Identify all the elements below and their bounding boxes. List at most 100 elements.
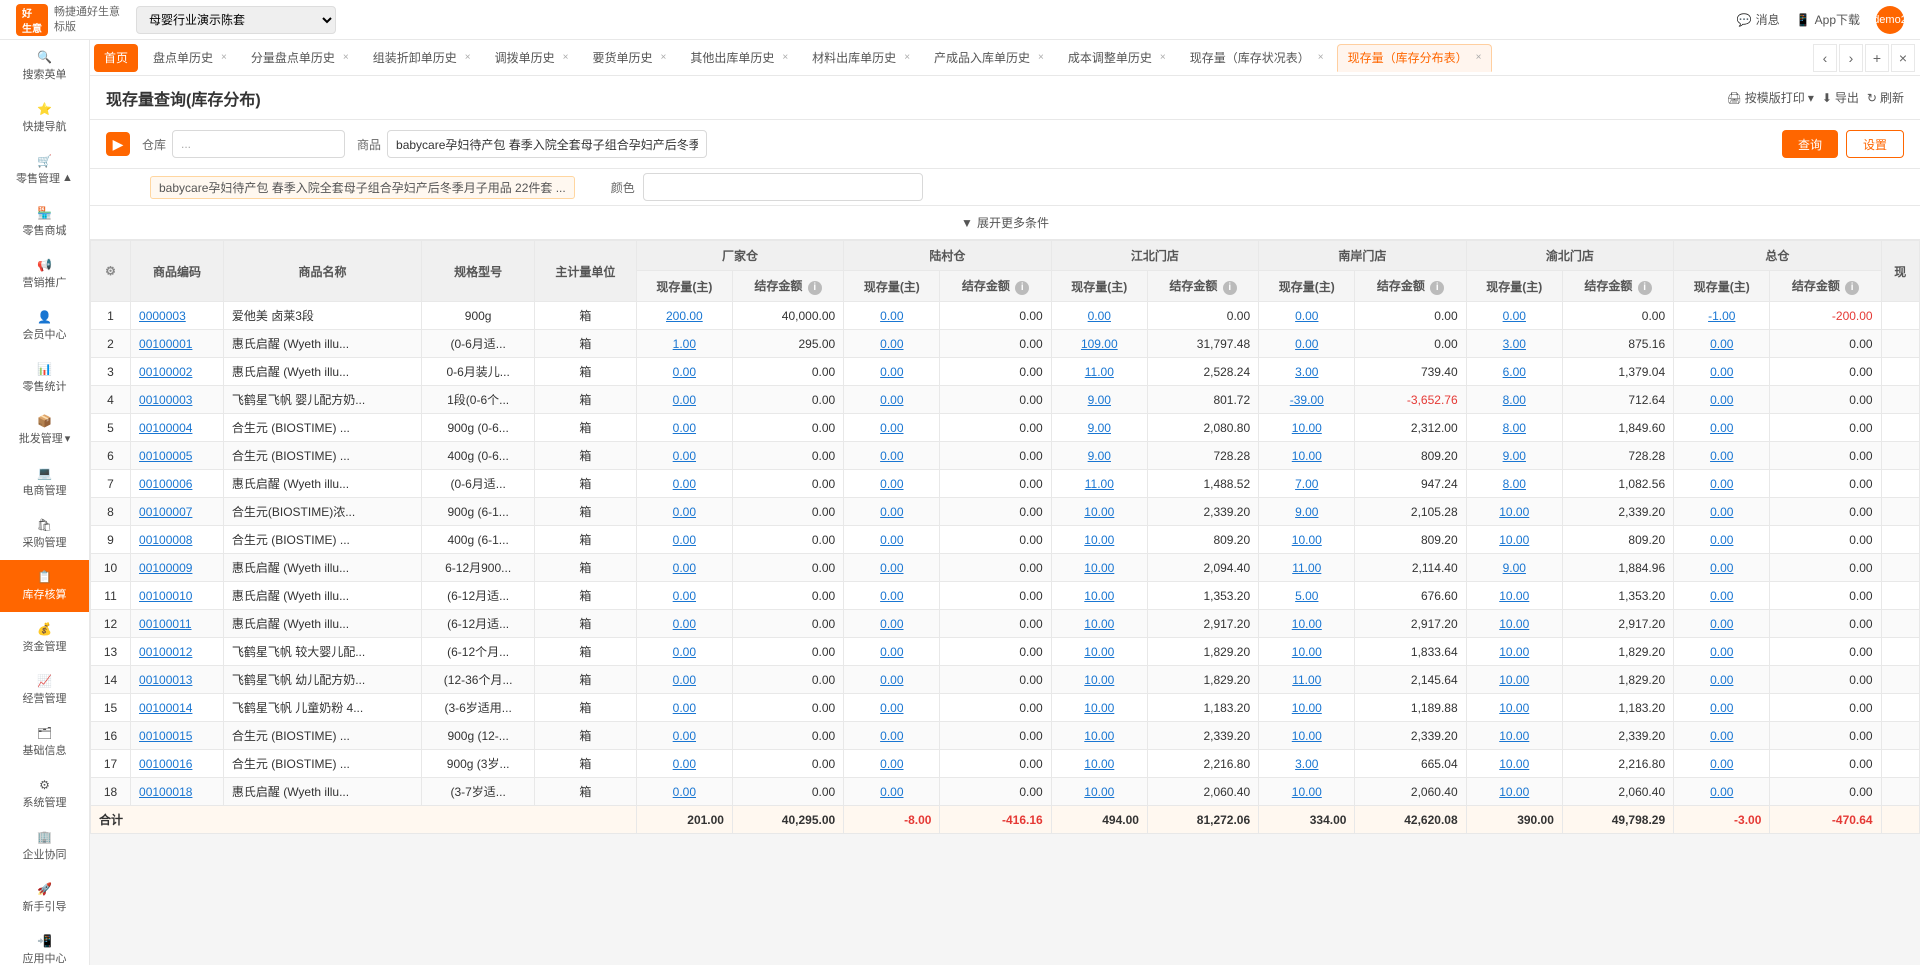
td-na-qty[interactable]: 10.00	[1259, 722, 1355, 750]
td-lcl-qty[interactable]: 0.00	[844, 694, 940, 722]
td-jb-qty[interactable]: 11.00	[1051, 358, 1147, 386]
td-lcl-qty[interactable]: 0.00	[844, 442, 940, 470]
td-na-qty[interactable]: 11.00	[1259, 554, 1355, 582]
tab-stock-dist[interactable]: 现存量（库存分布表） ×	[1337, 44, 1493, 72]
sidebar-item-basic[interactable]: 🗂 基础信息	[0, 716, 89, 768]
tab-other-out[interactable]: 其他出库单历史 ×	[679, 44, 799, 72]
table-container[interactable]: ⚙ 商品编码 商品名称 规格型号 主计量单位 厂家仓 陆村仓 江北门店 南岸门店…	[90, 240, 1920, 834]
tab-close-1[interactable]: ×	[343, 52, 349, 63]
td-code[interactable]: 00100013	[131, 666, 224, 694]
td-lcl-qty[interactable]: 0.00	[844, 386, 940, 414]
sidebar-item-member[interactable]: 👤 会员中心	[0, 300, 89, 352]
setting-button[interactable]: 设置	[1846, 130, 1904, 158]
tab-close-7[interactable]: ×	[1038, 52, 1044, 63]
td-lcl-qty[interactable]: 0.00	[844, 498, 940, 526]
td-total-qty[interactable]: 0.00	[1674, 722, 1770, 750]
td-jb-qty[interactable]: 10.00	[1051, 610, 1147, 638]
td-jb-qty[interactable]: 10.00	[1051, 778, 1147, 806]
td-yb-qty[interactable]: 10.00	[1466, 750, 1562, 778]
td-total-qty[interactable]: 0.00	[1674, 526, 1770, 554]
yb-info-icon[interactable]: i	[1638, 281, 1652, 295]
td-total-qty[interactable]: 0.00	[1674, 442, 1770, 470]
td-fcl-qty[interactable]: 0.00	[636, 470, 732, 498]
td-code[interactable]: 00100009	[131, 554, 224, 582]
sidebar-item-nav[interactable]: ⭐ 快捷导航	[0, 92, 89, 144]
td-total-qty[interactable]: 0.00	[1674, 498, 1770, 526]
td-code[interactable]: 00100001	[131, 330, 224, 358]
td-code[interactable]: 00100007	[131, 498, 224, 526]
tab-material-out[interactable]: 材料出库单历史 ×	[801, 44, 921, 72]
sidebar-item-retail-mgmt[interactable]: 🛒 零售管理 ▲	[0, 144, 89, 196]
td-jb-qty[interactable]: 0.00	[1051, 302, 1147, 330]
tabs-next-btn[interactable]: ›	[1839, 44, 1863, 72]
tab-close-9[interactable]: ×	[1318, 52, 1324, 63]
td-yb-qty[interactable]: 10.00	[1466, 694, 1562, 722]
td-jb-qty[interactable]: 10.00	[1051, 526, 1147, 554]
sidebar-item-marketing[interactable]: 📢 营销推广	[0, 248, 89, 300]
td-fcl-qty[interactable]: 200.00	[636, 302, 732, 330]
td-lcl-qty[interactable]: 0.00	[844, 638, 940, 666]
td-fcl-qty[interactable]: 0.00	[636, 778, 732, 806]
sidebar-item-retail-stat[interactable]: 📊 零售统计	[0, 352, 89, 404]
td-yb-qty[interactable]: 0.00	[1466, 302, 1562, 330]
td-yb-qty[interactable]: 10.00	[1466, 638, 1562, 666]
td-fcl-qty[interactable]: 0.00	[636, 442, 732, 470]
td-fcl-qty[interactable]: 0.00	[636, 386, 732, 414]
tab-close-5[interactable]: ×	[782, 52, 788, 63]
td-code[interactable]: 00100014	[131, 694, 224, 722]
color-input[interactable]	[643, 173, 923, 201]
td-jb-qty[interactable]: 10.00	[1051, 666, 1147, 694]
tab-close-10[interactable]: ×	[1476, 52, 1482, 63]
td-fcl-qty[interactable]: 0.00	[636, 750, 732, 778]
td-total-qty[interactable]: 0.00	[1674, 358, 1770, 386]
td-fcl-qty[interactable]: 0.00	[636, 638, 732, 666]
sidebar-item-finance[interactable]: 💰 资金管理	[0, 612, 89, 664]
td-code[interactable]: 00100015	[131, 722, 224, 750]
tab-stock-status[interactable]: 现存量（库存状况表） ×	[1179, 44, 1335, 72]
th-gear[interactable]: ⚙	[91, 241, 131, 302]
td-yb-qty[interactable]: 10.00	[1466, 666, 1562, 694]
td-yb-qty[interactable]: 6.00	[1466, 358, 1562, 386]
print-btn[interactable]: 🖨 按模版打印 ▾	[1727, 89, 1814, 106]
td-lcl-qty[interactable]: 0.00	[844, 414, 940, 442]
td-fcl-qty[interactable]: 0.00	[636, 526, 732, 554]
sidebar-item-system[interactable]: ⚙ 系统管理	[0, 768, 89, 820]
td-na-qty[interactable]: 0.00	[1259, 302, 1355, 330]
td-lcl-qty[interactable]: 0.00	[844, 302, 940, 330]
td-code[interactable]: 00100010	[131, 582, 224, 610]
td-lcl-qty[interactable]: 0.00	[844, 526, 940, 554]
tab-close-8[interactable]: ×	[1160, 52, 1166, 63]
td-jb-qty[interactable]: 109.00	[1051, 330, 1147, 358]
td-na-qty[interactable]: 10.00	[1259, 414, 1355, 442]
td-total-qty[interactable]: 0.00	[1674, 330, 1770, 358]
td-jb-qty[interactable]: 10.00	[1051, 582, 1147, 610]
user-avatar-btn[interactable]: demo2	[1876, 6, 1904, 34]
td-jb-qty[interactable]: 9.00	[1051, 442, 1147, 470]
td-code[interactable]: 00100006	[131, 470, 224, 498]
td-yb-qty[interactable]: 8.00	[1466, 470, 1562, 498]
td-jb-qty[interactable]: 9.00	[1051, 386, 1147, 414]
sidebar-item-ecommerce[interactable]: 💻 电商管理	[0, 456, 89, 508]
td-lcl-qty[interactable]: 0.00	[844, 750, 940, 778]
td-na-qty[interactable]: 9.00	[1259, 498, 1355, 526]
td-lcl-qty[interactable]: 0.00	[844, 330, 940, 358]
td-na-qty[interactable]: 7.00	[1259, 470, 1355, 498]
td-total-qty[interactable]: 0.00	[1674, 554, 1770, 582]
tab-close-4[interactable]: ×	[660, 52, 666, 63]
sidebar-item-guide[interactable]: 🚀 新手引导	[0, 872, 89, 924]
query-button[interactable]: 查询	[1782, 130, 1838, 158]
td-yb-qty[interactable]: 8.00	[1466, 386, 1562, 414]
td-jb-qty[interactable]: 10.00	[1051, 694, 1147, 722]
tabs-close-btn[interactable]: ×	[1891, 44, 1915, 72]
td-fcl-qty[interactable]: 0.00	[636, 610, 732, 638]
td-yb-qty[interactable]: 10.00	[1466, 610, 1562, 638]
td-total-qty[interactable]: 0.00	[1674, 610, 1770, 638]
fcl-info-icon[interactable]: i	[808, 281, 822, 295]
export-btn[interactable]: ⬇ 导出	[1822, 89, 1859, 106]
sidebar-item-operations[interactable]: 📈 经营管理	[0, 664, 89, 716]
td-total-qty[interactable]: 0.00	[1674, 386, 1770, 414]
industry-select[interactable]: 母婴行业演示陈套	[136, 6, 336, 34]
tab-close-6[interactable]: ×	[904, 52, 910, 63]
td-jb-qty[interactable]: 11.00	[1051, 470, 1147, 498]
tab-home[interactable]: 首页	[94, 44, 138, 72]
